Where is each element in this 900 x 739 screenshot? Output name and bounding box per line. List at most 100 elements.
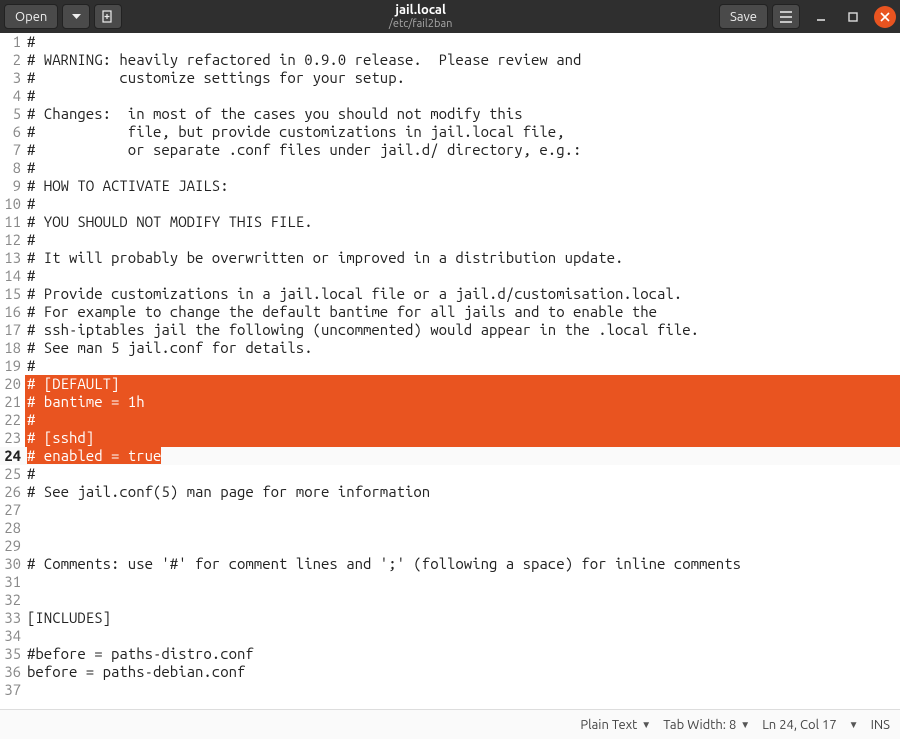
line-content: # See man 5 jail.conf for details. [25,339,900,357]
editor-line[interactable]: 31 [0,573,900,591]
cursor-position[interactable]: Ln 24, Col 17 [762,718,836,732]
editor-line[interactable]: 32 [0,591,900,609]
line-number: 23 [0,429,25,447]
editor-line[interactable]: 34 [0,627,900,645]
line-content: # YOU SHOULD NOT MODIFY THIS FILE. [25,213,900,231]
tab-width-selector[interactable]: Tab Width: 8 ▼ [663,718,750,732]
editor-line[interactable]: 1# [0,33,900,51]
line-content: # [DEFAULT] [25,375,900,393]
line-content: # [25,159,900,177]
editor-line[interactable]: 26# See jail.conf(5) man page for more i… [0,483,900,501]
maximize-button[interactable] [842,6,864,28]
insert-mode[interactable]: INS [871,718,890,732]
line-content: # It will probably be overwritten or imp… [25,249,900,267]
new-tab-button[interactable] [94,4,122,29]
line-number: 26 [0,483,25,501]
editor-line[interactable]: 4# [0,87,900,105]
line-content: # Comments: use '#' for comment lines an… [25,555,900,573]
editor-line[interactable]: 10# [0,195,900,213]
editor-line[interactable]: 21# bantime = 1h [0,393,900,411]
status-bar: Plain Text ▼ Tab Width: 8 ▼ Ln 24, Col 1… [0,709,900,739]
line-number: 19 [0,357,25,375]
editor-line[interactable]: 25# [0,465,900,483]
chevron-down-icon: ▼ [641,719,651,731]
line-content: before = paths-debian.conf [25,663,900,681]
editor-line[interactable]: 30# Comments: use '#' for comment lines … [0,555,900,573]
editor-line[interactable]: 19# [0,357,900,375]
editor-line[interactable]: 33[INCLUDES] [0,609,900,627]
line-number: 33 [0,609,25,627]
close-button[interactable] [874,6,896,28]
editor-line[interactable]: 12# [0,231,900,249]
line-number: 3 [0,69,25,87]
line-number: 2 [0,51,25,69]
open-button[interactable]: Open [4,4,58,29]
line-number: 16 [0,303,25,321]
editor-line[interactable]: 3# customize settings for your setup. [0,69,900,87]
line-number: 9 [0,177,25,195]
editor-line[interactable]: 28 [0,519,900,537]
line-content [25,627,900,645]
editor-line[interactable]: 2# WARNING: heavily refactored in 0.9.0 … [0,51,900,69]
line-number: 34 [0,627,25,645]
editor-line[interactable]: 17# ssh-iptables jail the following (unc… [0,321,900,339]
line-content: # [25,267,900,285]
minimize-button[interactable] [810,6,832,28]
editor-line[interactable]: 13# It will probably be overwritten or i… [0,249,900,267]
editor-line[interactable]: 14# [0,267,900,285]
line-number: 28 [0,519,25,537]
editor-line[interactable]: 18# See man 5 jail.conf for details. [0,339,900,357]
editor-line[interactable]: 6# file, but provide customizations in j… [0,123,900,141]
editor-line[interactable]: 15# Provide customizations in a jail.loc… [0,285,900,303]
line-number: 24 [0,447,25,465]
editor-line[interactable]: 8# [0,159,900,177]
line-content [25,573,900,591]
chevron-down-icon [72,14,81,20]
text-editor[interactable]: 1#2# WARNING: heavily refactored in 0.9.… [0,33,900,709]
line-content: # customize settings for your setup. [25,69,900,87]
chevron-down-icon: ▼ [740,719,750,731]
editor-line[interactable]: 35#before = paths-distro.conf [0,645,900,663]
editor-line[interactable]: 37 [0,681,900,699]
editor-line[interactable]: 9# HOW TO ACTIVATE JAILS: [0,177,900,195]
line-content: # [25,87,900,105]
open-dropdown[interactable] [62,4,90,29]
close-icon [880,12,890,22]
line-number: 36 [0,663,25,681]
line-content: # See jail.conf(5) man page for more inf… [25,483,900,501]
line-number: 35 [0,645,25,663]
editor-line[interactable]: 16# For example to change the default ba… [0,303,900,321]
editor-line[interactable]: 24# enabled = true [0,447,900,465]
line-content: # [25,357,900,375]
syntax-selector[interactable]: Plain Text ▼ [580,718,651,732]
line-number: 1 [0,33,25,51]
line-number: 32 [0,591,25,609]
line-content: # [25,33,900,51]
editor-line[interactable]: 11# YOU SHOULD NOT MODIFY THIS FILE. [0,213,900,231]
editor-line[interactable]: 27 [0,501,900,519]
tab-width-label: Tab Width: 8 [663,718,736,732]
minimize-icon [816,12,826,22]
line-content: # For example to change the default bant… [25,303,900,321]
editor-area: 1#2# WARNING: heavily refactored in 0.9.… [0,33,900,709]
editor-line[interactable]: 20# [DEFAULT] [0,375,900,393]
editor-line[interactable]: 7# or separate .conf files under jail.d/… [0,141,900,159]
editor-line[interactable]: 29 [0,537,900,555]
editor-line[interactable]: 23# [sshd] [0,429,900,447]
line-number: 21 [0,393,25,411]
line-number: 37 [0,681,25,699]
maximize-icon [848,12,858,22]
hamburger-menu[interactable] [772,4,800,29]
line-number: 29 [0,537,25,555]
line-number: 4 [0,87,25,105]
hamburger-icon [779,11,793,23]
line-content [25,681,900,699]
save-button[interactable]: Save [719,4,768,29]
editor-line[interactable]: 5# Changes: in most of the cases you sho… [0,105,900,123]
line-content: [INCLUDES] [25,609,900,627]
editor-line[interactable]: 22# [0,411,900,429]
insert-mode-label: INS [871,718,890,732]
line-number: 5 [0,105,25,123]
line-number: 13 [0,249,25,267]
editor-line[interactable]: 36before = paths-debian.conf [0,663,900,681]
